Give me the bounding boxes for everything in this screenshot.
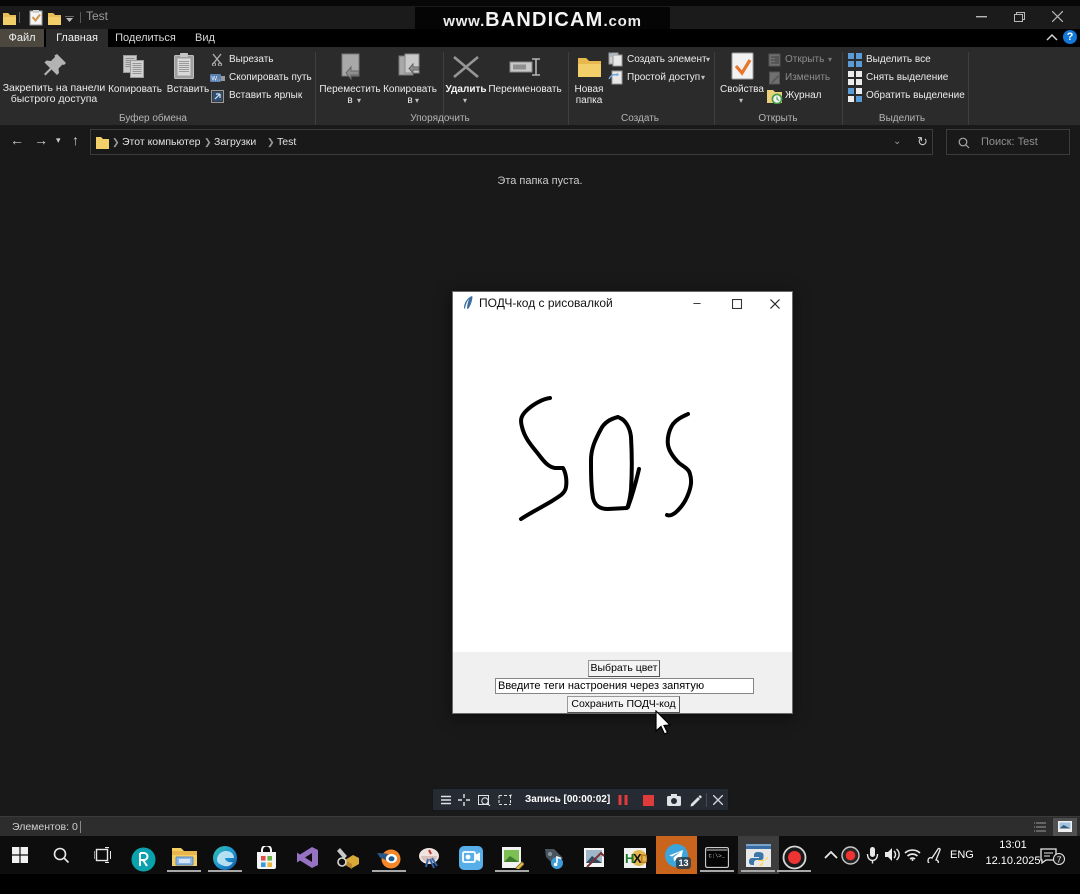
svg-text:C:\>_: C:\>_ — [709, 853, 726, 860]
svg-text:D: D — [640, 852, 647, 866]
svg-text:7: 7 — [1057, 855, 1062, 865]
svg-text:W..: W.. — [211, 77, 220, 83]
